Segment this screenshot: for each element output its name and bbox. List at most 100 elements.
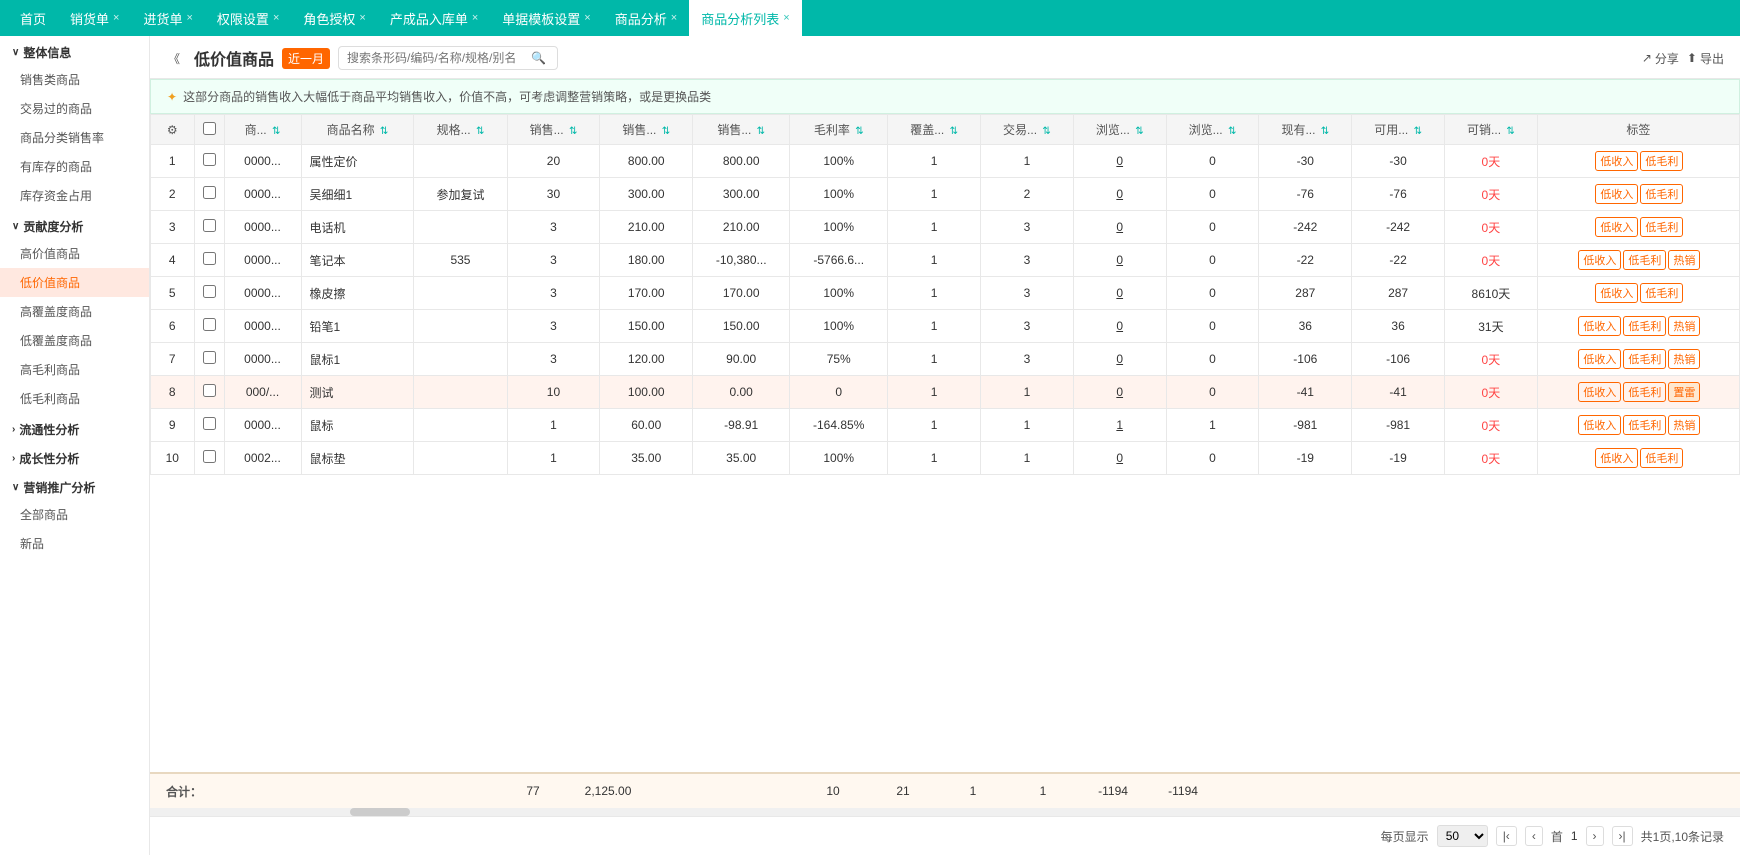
browse-link[interactable]: 0 [1116, 451, 1123, 465]
cell-checkbox[interactable] [194, 178, 224, 211]
nav-home[interactable]: 首页 [8, 0, 58, 36]
sidebar-item-new-products[interactable]: 新品 [0, 529, 149, 558]
row-checkbox[interactable] [203, 384, 216, 397]
cell-checkbox[interactable] [194, 442, 224, 475]
row-checkbox[interactable] [203, 285, 216, 298]
cell-checkbox[interactable] [194, 211, 224, 244]
cell-browse1[interactable]: 0 [1073, 145, 1166, 178]
row-checkbox[interactable] [203, 450, 216, 463]
col-browse1[interactable]: 浏览... ⇅ [1073, 115, 1166, 145]
cell-name[interactable]: 电话机 [301, 211, 414, 244]
sidebar-item-traded-products[interactable]: 交易过的商品 [0, 94, 149, 123]
last-page-button[interactable]: ›| [1612, 826, 1633, 846]
cell-browse1[interactable]: 0 [1073, 442, 1166, 475]
col-code[interactable]: 商... ⇅ [224, 115, 301, 145]
sidebar-item-category-sales-rate[interactable]: 商品分类销售率 [0, 123, 149, 152]
sidebar-section-contribution[interactable]: ∨ 贡献度分析 [0, 210, 149, 239]
browse-link[interactable]: 0 [1116, 286, 1123, 300]
next-page-button[interactable]: › [1586, 826, 1604, 846]
row-checkbox[interactable] [203, 252, 216, 265]
col-trade-count[interactable]: 交易... ⇅ [981, 115, 1074, 145]
browse-link[interactable]: 0 [1116, 253, 1123, 267]
col-coverage[interactable]: 覆盖... ⇅ [888, 115, 981, 145]
cell-name[interactable]: 笔记本 [301, 244, 414, 277]
close-icon[interactable]: × [783, 12, 789, 24]
row-checkbox[interactable] [203, 153, 216, 166]
nav-permissions[interactable]: 权限设置 × [205, 0, 291, 36]
nav-purchase[interactable]: 进货单 × [131, 0, 204, 36]
row-checkbox[interactable] [203, 417, 216, 430]
col-saleable[interactable]: 可销... ⇅ [1445, 115, 1538, 145]
col-settings[interactable]: ⚙ [151, 115, 195, 145]
row-checkbox[interactable] [203, 219, 216, 232]
search-icon[interactable]: 🔍 [531, 51, 546, 65]
close-icon[interactable]: × [359, 12, 365, 24]
cell-checkbox[interactable] [194, 244, 224, 277]
cell-checkbox[interactable] [194, 145, 224, 178]
row-checkbox[interactable] [203, 351, 216, 364]
close-icon[interactable]: × [584, 12, 590, 24]
browse-link[interactable]: 0 [1116, 187, 1123, 201]
cell-name[interactable]: 橡皮擦 [301, 277, 414, 310]
cell-name[interactable]: 鼠标 [301, 409, 414, 442]
col-stock[interactable]: 现有... ⇅ [1259, 115, 1352, 145]
collapse-button[interactable]: 《 [166, 48, 182, 69]
sidebar-item-high-value[interactable]: 高价值商品 [0, 239, 149, 268]
sidebar-section-growth[interactable]: › 成长性分析 [0, 442, 149, 471]
cell-name[interactable]: 鼠标垫 [301, 442, 414, 475]
col-spec[interactable]: 规格... ⇅ [414, 115, 507, 145]
close-icon[interactable]: × [273, 12, 279, 24]
sidebar-item-low-margin[interactable]: 低毛利商品 [0, 384, 149, 413]
per-page-select[interactable]: 50 100 200 [1437, 825, 1488, 847]
search-input[interactable] [347, 51, 527, 65]
sidebar-item-low-coverage[interactable]: 低覆盖度商品 [0, 326, 149, 355]
share-button[interactable]: ↗ 分享 [1642, 50, 1679, 67]
current-page[interactable]: 1 [1571, 829, 1578, 843]
cell-name[interactable]: 吴细细1 [301, 178, 414, 211]
col-browse2[interactable]: 浏览... ⇅ [1166, 115, 1259, 145]
cell-browse1[interactable]: 0 [1073, 211, 1166, 244]
col-name[interactable]: 商品名称 ⇅ [301, 115, 414, 145]
close-icon[interactable]: × [186, 12, 192, 24]
cell-browse1[interactable]: 0 [1073, 277, 1166, 310]
select-all-checkbox[interactable] [203, 122, 216, 135]
browse-link[interactable]: 0 [1116, 385, 1123, 399]
cell-checkbox[interactable] [194, 310, 224, 343]
nav-sales[interactable]: 销货单 × [58, 0, 131, 36]
cell-name[interactable]: 鼠标1 [301, 343, 414, 376]
row-checkbox[interactable] [203, 186, 216, 199]
col-sales-qty[interactable]: 销售... ⇅ [507, 115, 600, 145]
cell-checkbox[interactable] [194, 376, 224, 409]
sidebar-section-marketing[interactable]: ∨ 营销推广分析 [0, 471, 149, 500]
col-sales-amount[interactable]: 销售... ⇅ [600, 115, 693, 145]
cell-name[interactable]: 铅笔1 [301, 310, 414, 343]
sidebar-item-high-coverage[interactable]: 高覆盖度商品 [0, 297, 149, 326]
first-page-button[interactable]: |‹ [1496, 826, 1517, 846]
col-sales-profit[interactable]: 销售... ⇅ [693, 115, 790, 145]
sidebar-item-sales-products[interactable]: 销售类商品 [0, 65, 149, 94]
nav-product-analysis[interactable]: 商品分析 × [603, 0, 689, 36]
sidebar-section-circulation[interactable]: › 流通性分析 [0, 413, 149, 442]
cell-browse1[interactable]: 0 [1073, 376, 1166, 409]
nav-product-analysis-list[interactable]: 商品分析列表 × [689, 0, 801, 36]
sidebar-item-stocked-products[interactable]: 有库存的商品 [0, 152, 149, 181]
sidebar-item-inventory-capital[interactable]: 库存资金占用 [0, 181, 149, 210]
col-avail[interactable]: 可用... ⇅ [1352, 115, 1445, 145]
cell-checkbox[interactable] [194, 409, 224, 442]
browse-link[interactable]: 0 [1116, 352, 1123, 366]
nav-role-auth[interactable]: 角色授权 × [291, 0, 377, 36]
close-icon[interactable]: × [472, 12, 478, 24]
cell-browse1[interactable]: 0 [1073, 244, 1166, 277]
cell-browse1[interactable]: 1 [1073, 409, 1166, 442]
browse-link[interactable]: 0 [1116, 220, 1123, 234]
cell-checkbox[interactable] [194, 277, 224, 310]
cell-name[interactable]: 测试 [301, 376, 414, 409]
sidebar-section-overall[interactable]: ∨ 整体信息 [0, 36, 149, 65]
prev-page-button[interactable]: ‹ [1525, 826, 1543, 846]
close-icon[interactable]: × [113, 12, 119, 24]
cell-browse1[interactable]: 0 [1073, 310, 1166, 343]
sidebar-item-high-margin[interactable]: 高毛利商品 [0, 355, 149, 384]
scrollbar-thumb[interactable] [350, 808, 410, 816]
close-icon[interactable]: × [671, 12, 677, 24]
cell-browse1[interactable]: 0 [1073, 178, 1166, 211]
